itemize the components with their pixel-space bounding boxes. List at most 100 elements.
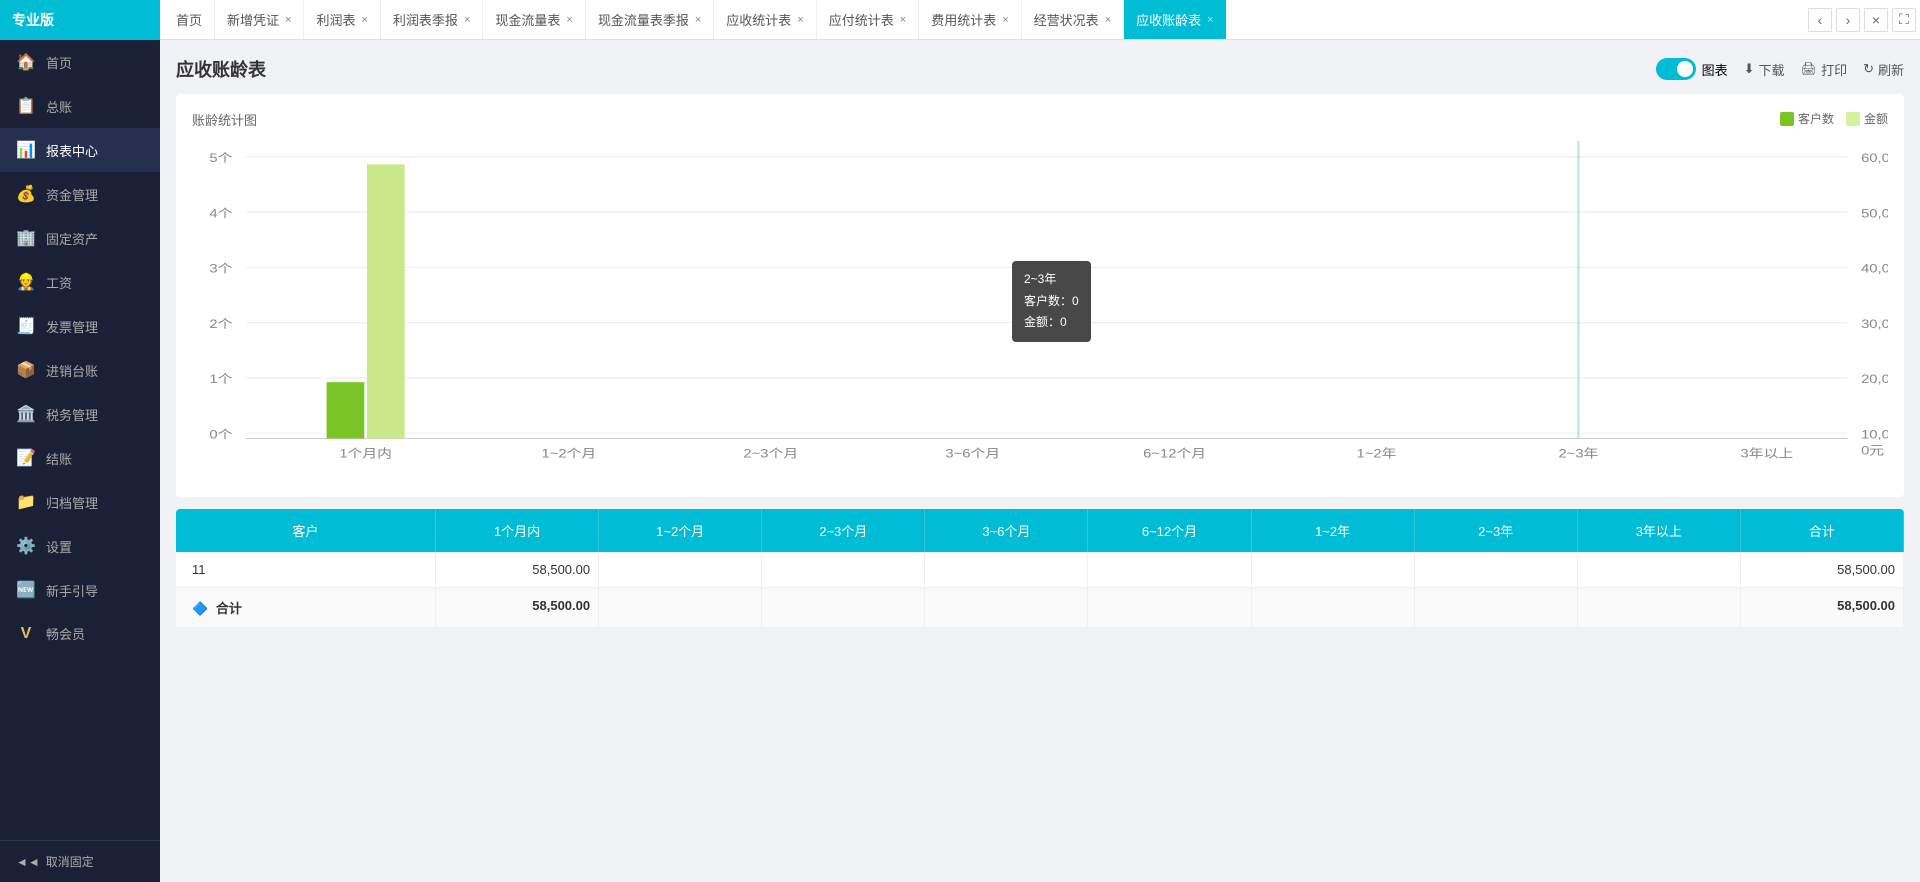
tab-expense-stat[interactable]: 费用统计表 × [919,0,1021,39]
ledger-icon: 📋 [16,96,36,116]
tab-receivable-aging-close[interactable]: × [1207,14,1213,26]
sidebar-item-assets[interactable]: 🏢 固定资产 [0,216,160,260]
tab-cashflow-quarterly-label: 现金流量表季报 [598,10,689,29]
table-header: 客户 1个月内 1~2个月 2~3个月 3~6个月 6~12个月 1~2年 2~… [176,509,1904,552]
bar-m1-customer [327,382,365,438]
sidebar-item-reports-label: 报表中心 [46,141,98,160]
sidebar-item-salary[interactable]: 👷 工资 [0,260,160,304]
sidebar-item-home[interactable]: 🏠 首页 [0,40,160,84]
tab-nav-buttons: ‹ › × ⛶ [1808,8,1916,32]
tab-voucher-close[interactable]: × [285,14,291,26]
col-m1: 1个月内 [436,509,599,552]
col-m12: 1~2个月 [599,509,762,552]
tab-business-stat-close[interactable]: × [1105,14,1111,26]
guide-icon: 🆕 [16,580,36,600]
sidebar-item-archive[interactable]: 📁 归档管理 [0,480,160,524]
sidebar-item-ledger-label: 总账 [46,97,72,116]
sidebar-item-archive-label: 归档管理 [46,493,98,512]
total-m23 [762,588,925,627]
legend-amount: 金额 [1846,110,1888,127]
tab-cashflow-quarterly-close[interactable]: × [695,14,701,26]
tab-voucher[interactable]: 新增凭证 × [215,0,304,39]
sidebar-item-closing[interactable]: 📝 结账 [0,436,160,480]
legend-customer-label: 客户数 [1798,110,1834,127]
chart-card: 账龄统计图 客户数 金额 5个 4个 3个 2个 1个 [176,94,1904,497]
print-label: 打印 [1821,60,1847,79]
svg-text:2~3个月: 2~3个月 [743,447,798,460]
tab-profit-quarterly-close[interactable]: × [464,14,470,26]
sidebar-item-guide[interactable]: 🆕 新手引导 [0,568,160,612]
refresh-button[interactable]: ↻ 刷新 [1863,60,1904,79]
tab-payable-stat[interactable]: 应付统计表 × [817,0,919,39]
sidebar-item-tax[interactable]: 🏛️ 税务管理 [0,392,160,436]
total-y23 [1415,588,1578,627]
tax-icon: 🏛️ [16,404,36,424]
tab-cashflow-close[interactable]: × [566,14,572,26]
svg-text:30,000.00元: 30,000.00元 [1861,317,1888,330]
download-button[interactable]: ⬇ 下载 [1744,60,1785,79]
svg-text:1个月内: 1个月内 [339,447,392,460]
total-m1: 58,500.00 [436,588,599,627]
download-label: 下载 [1759,60,1785,79]
svg-text:40,000.00元: 40,000.00元 [1861,262,1888,275]
tab-cashflow-quarterly[interactable]: 现金流量表季报 × [586,0,714,39]
tab-profit-quarterly-label: 利润表季报 [393,10,458,29]
tab-receivable-stat[interactable]: 应收统计表 × [714,0,816,39]
sidebar-item-invoice[interactable]: 🧾 发票管理 [0,304,160,348]
main-area: 首页 新增凭证 × 利润表 × 利润表季报 × 现金流量表 × 现金流量表季报 … [160,0,1920,882]
tab-profit-close[interactable]: × [361,14,367,26]
data-table: 客户 1个月内 1~2个月 2~3个月 3~6个月 6~12个月 1~2年 2~… [176,509,1904,628]
chart-toggle-wrapper: 图表 [1656,58,1728,80]
vip-icon: V [16,625,36,643]
archive-icon: 📁 [16,492,36,512]
home-icon: 🏠 [16,52,36,72]
sidebar-item-settings[interactable]: ⚙️ 设置 [0,524,160,568]
cell-y23 [1415,552,1578,587]
tab-scroll-right[interactable]: › [1836,8,1860,32]
tab-receivable-stat-close[interactable]: × [797,14,803,26]
chart-toggle[interactable] [1656,58,1696,80]
svg-text:6~12个月: 6~12个月 [1143,447,1206,460]
svg-text:2~3年: 2~3年 [1558,447,1598,460]
sidebar-item-tax-label: 税务管理 [46,405,98,424]
assets-icon: 🏢 [16,228,36,248]
sidebar-item-reports[interactable]: 📊 报表中心 [0,128,160,172]
chart-container: 5个 4个 3个 2个 1个 0个 60,000.00元 50,000.00元 … [192,141,1888,481]
total-y12 [1252,588,1415,627]
tab-payable-stat-close[interactable]: × [900,14,906,26]
sidebar-item-vip-label: 畅会员 [46,624,85,643]
col-m612: 6~12个月 [1088,509,1251,552]
sidebar-item-vip[interactable]: V 畅会员 [0,612,160,655]
funds-icon: 💰 [16,184,36,204]
tab-receivable-aging[interactable]: 应收账龄表 × [1124,0,1226,39]
tab-profit[interactable]: 利润表 × [304,0,380,39]
sidebar-item-funds-label: 资金管理 [46,185,98,204]
sidebar-item-ledger[interactable]: 📋 总账 [0,84,160,128]
tab-expense-stat-close[interactable]: × [1002,14,1008,26]
unpin-button[interactable]: ◄◄ 取消固定 [0,840,160,882]
sidebar-item-funds[interactable]: 💰 资金管理 [0,172,160,216]
unpin-label: 取消固定 [46,853,94,870]
tab-profit-quarterly[interactable]: 利润表季报 × [381,0,483,39]
total-y3plus [1578,588,1741,627]
tab-scroll-left[interactable]: ‹ [1808,8,1832,32]
tab-home[interactable]: 首页 [164,0,215,39]
tab-home-label: 首页 [176,10,202,29]
closing-icon: 📝 [16,448,36,468]
sidebar-item-invoice-label: 发票管理 [46,317,98,336]
download-icon: ⬇ [1744,61,1755,77]
tab-cashflow[interactable]: 现金流量表 × [483,0,585,39]
print-icon: 🖨 [1801,61,1818,77]
col-total: 合计 [1741,509,1904,552]
tab-profit-label: 利润表 [316,10,355,29]
total-icon: 🔷 [192,601,208,616]
svg-text:2个: 2个 [209,317,232,330]
sidebar-item-sales[interactable]: 📦 进销台账 [0,348,160,392]
svg-text:20,000.00元: 20,000.00元 [1861,373,1888,386]
tab-bar: 首页 新增凭证 × 利润表 × 利润表季报 × 现金流量表 × 现金流量表季报 … [160,0,1920,40]
tab-business-stat[interactable]: 经营状况表 × [1022,0,1124,39]
print-button[interactable]: 🖨 打印 [1801,60,1848,79]
svg-text:0个: 0个 [209,428,232,441]
tab-expand[interactable]: ⛶ [1892,8,1916,32]
tab-close-all[interactable]: × [1864,8,1888,32]
